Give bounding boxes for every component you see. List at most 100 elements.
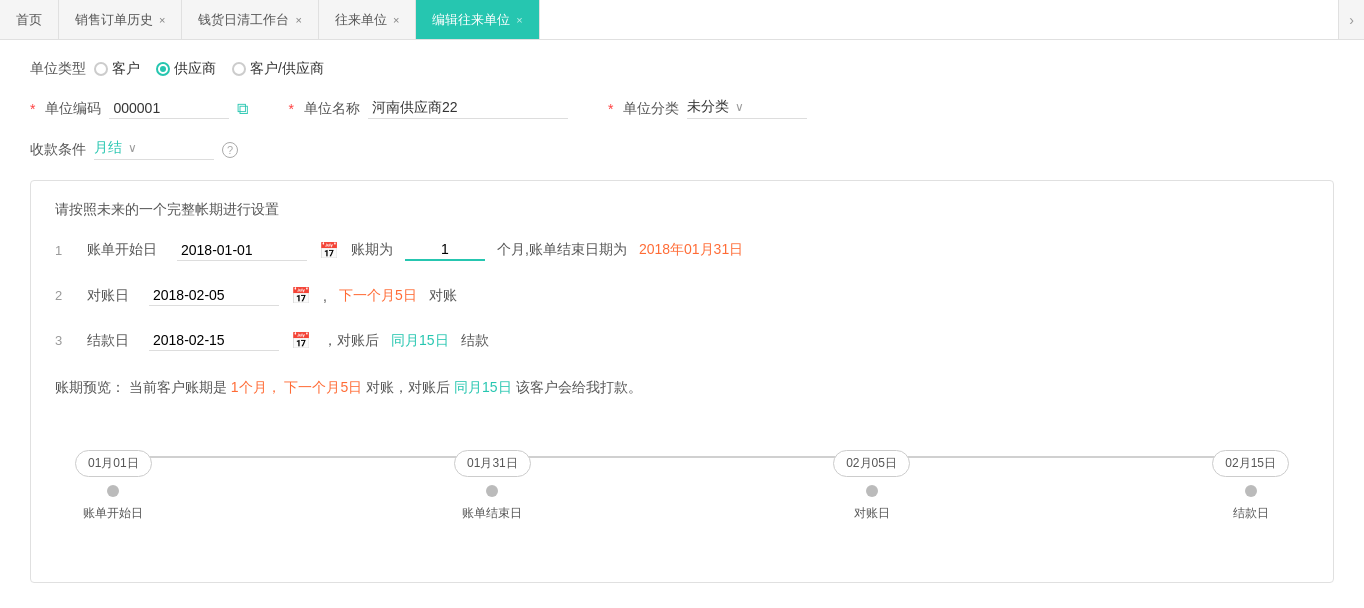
node-label-1: 账单开始日 <box>83 505 143 522</box>
unit-info-row: * 单位编码 ⧉ * 单位名称 * 单位分类 未分类 ∨ <box>30 98 1334 119</box>
radio-both[interactable]: 客户/供应商 <box>232 60 324 78</box>
reconcile-suffix: 对账 <box>429 287 457 305</box>
payment-terms-field: 收款条件 月结 ∨ ? <box>30 139 238 160</box>
preview-payment: 同月15日 <box>454 379 512 395</box>
unit-type-row: 单位类型 客户 供应商 客户/供应商 <box>30 60 1334 78</box>
timeline-node-3: 02月05日 对账日 <box>833 450 910 522</box>
tab-home[interactable]: 首页 <box>0 0 59 39</box>
panel-title: 请按照未来的一个完整帐期进行设置 <box>55 201 1309 219</box>
row-num-2: 2 <box>55 288 75 303</box>
radio-supplier-circle <box>156 62 170 76</box>
end-date-highlight: 2018年01月31日 <box>639 241 743 259</box>
row-num-3: 3 <box>55 333 75 348</box>
node-label-3: 对账日 <box>854 505 890 522</box>
required-star-3: * <box>608 101 613 117</box>
calendar-icon-1[interactable]: 📅 <box>319 241 339 260</box>
radio-customer[interactable]: 客户 <box>94 60 140 78</box>
tab-scroll-arrow[interactable]: › <box>1338 0 1364 39</box>
preview-reconcile: 下一个月5日 <box>284 379 362 395</box>
period-label: 账期为 <box>351 241 393 259</box>
close-icon[interactable]: × <box>159 14 165 26</box>
tab-edit-partner-unit[interactable]: 编辑往来单位 × <box>416 0 539 39</box>
required-star-2: * <box>288 101 293 117</box>
payment-date-label: 结款日 <box>87 332 129 350</box>
unit-category-dropdown[interactable]: 未分类 ∨ <box>687 98 807 119</box>
tab-cash-clearing-label: 钱货日清工作台 <box>198 11 289 29</box>
calendar-icon-2[interactable]: 📅 <box>291 286 311 305</box>
close-icon[interactable]: × <box>393 14 399 26</box>
node-circle-1 <box>107 485 119 497</box>
unit-code-label: 单位编码 <box>45 100 101 118</box>
settings-panel: 请按照未来的一个完整帐期进行设置 1 账单开始日 📅 账期为 个月,账单结束日期… <box>30 180 1334 583</box>
unit-category-value: 未分类 <box>687 98 729 116</box>
timeline-node-2: 01月31日 账单结束日 <box>454 450 531 522</box>
close-icon[interactable]: × <box>516 14 522 26</box>
payment-suffix: 结款 <box>461 332 489 350</box>
preview-1month: 1个月， <box>231 379 281 395</box>
setting-row-2: 2 对账日 📅 , 下一个月5日 对账 <box>55 285 1309 306</box>
tab-sales-order-label: 销售订单历史 <box>75 11 153 29</box>
payment-terms-row: 收款条件 月结 ∨ ? <box>30 139 1334 160</box>
main-content: 单位类型 客户 供应商 客户/供应商 * 单位编码 <box>0 40 1364 608</box>
unit-name-label: 单位名称 <box>304 100 360 118</box>
unit-code-input[interactable] <box>109 98 229 119</box>
unit-category-field: * 单位分类 未分类 ∨ <box>608 98 807 119</box>
setting-row-3: 3 结款日 📅 ，对账后 同月15日 结款 <box>55 330 1309 351</box>
row-num-1: 1 <box>55 243 75 258</box>
setting-row-1: 1 账单开始日 📅 账期为 个月,账单结束日期为 2018年01月31日 <box>55 239 1309 261</box>
tab-bar: 首页 销售订单历史 × 钱货日清工作台 × 往来单位 × 编辑往来单位 × › <box>0 0 1364 40</box>
tab-cash-clearing[interactable]: 钱货日清工作台 × <box>182 0 318 39</box>
node-badge-1: 01月01日 <box>75 450 152 477</box>
help-icon[interactable]: ? <box>222 142 238 158</box>
tab-partner-unit[interactable]: 往来单位 × <box>319 0 416 39</box>
timeline-node-1: 01月01日 账单开始日 <box>75 450 152 522</box>
node-badge-2: 01月31日 <box>454 450 531 477</box>
radio-supplier[interactable]: 供应商 <box>156 60 216 78</box>
month-suffix: 个月,账单结束日期为 <box>497 241 627 259</box>
node-label-2: 账单结束日 <box>462 505 522 522</box>
radio-customer-circle <box>94 62 108 76</box>
node-circle-4 <box>1245 485 1257 497</box>
node-circle-2 <box>486 485 498 497</box>
reconcile-label: 对账日 <box>87 287 129 305</box>
chevron-down-icon-2: ∨ <box>128 141 137 155</box>
calendar-icon-3[interactable]: 📅 <box>291 331 311 350</box>
radio-supplier-label: 供应商 <box>174 60 216 78</box>
copy-icon[interactable]: ⧉ <box>237 100 248 118</box>
month-input[interactable] <box>405 239 485 261</box>
required-star: * <box>30 101 35 117</box>
radio-group: 客户 供应商 客户/供应商 <box>94 60 324 78</box>
reconcile-date-highlight: 下一个月5日 <box>339 287 417 305</box>
preview-suffix: 该客户会给我打款。 <box>516 379 642 395</box>
tab-partner-unit-label: 往来单位 <box>335 11 387 29</box>
radio-both-label: 客户/供应商 <box>250 60 324 78</box>
preview-prefix: 当前客户账期是 <box>129 379 227 395</box>
preview-text: 账期预览： 当前客户账期是 1个月， 下一个月5日 对账，对账后 同月15日 该… <box>55 375 1309 400</box>
tab-home-label: 首页 <box>16 11 42 29</box>
unit-name-input[interactable] <box>368 98 568 119</box>
radio-both-circle <box>232 62 246 76</box>
reconcile-date-input[interactable] <box>149 285 279 306</box>
node-badge-3: 02月05日 <box>833 450 910 477</box>
node-badge-4: 02月15日 <box>1212 450 1289 477</box>
timeline-node-4: 02月15日 结款日 <box>1212 450 1289 522</box>
payment-date-input[interactable] <box>149 330 279 351</box>
timeline: 01月01日 账单开始日 01月31日 账单结束日 02月05日 对账日 <box>55 420 1309 562</box>
unit-name-field: * 单位名称 <box>288 98 567 119</box>
payment-terms-label: 收款条件 <box>30 141 86 159</box>
unit-type-field: 单位类型 客户 供应商 客户/供应商 <box>30 60 324 78</box>
tab-edit-partner-unit-label: 编辑往来单位 <box>432 11 510 29</box>
close-icon[interactable]: × <box>295 14 301 26</box>
reconcile-prefix: , <box>323 288 327 304</box>
start-date-input[interactable] <box>177 240 307 261</box>
payment-terms-dropdown[interactable]: 月结 ∨ <box>94 139 214 160</box>
payment-date-highlight: 同月15日 <box>391 332 449 350</box>
node-circle-3 <box>866 485 878 497</box>
radio-customer-label: 客户 <box>112 60 140 78</box>
tab-sales-order[interactable]: 销售订单历史 × <box>59 0 182 39</box>
preview-middle: 对账，对账后 <box>366 379 450 395</box>
payment-prefix: ，对账后 <box>323 332 379 350</box>
preview-label: 账期预览： <box>55 379 125 395</box>
unit-type-label: 单位类型 <box>30 60 86 78</box>
timeline-nodes: 01月01日 账单开始日 01月31日 账单结束日 02月05日 对账日 <box>75 450 1289 522</box>
